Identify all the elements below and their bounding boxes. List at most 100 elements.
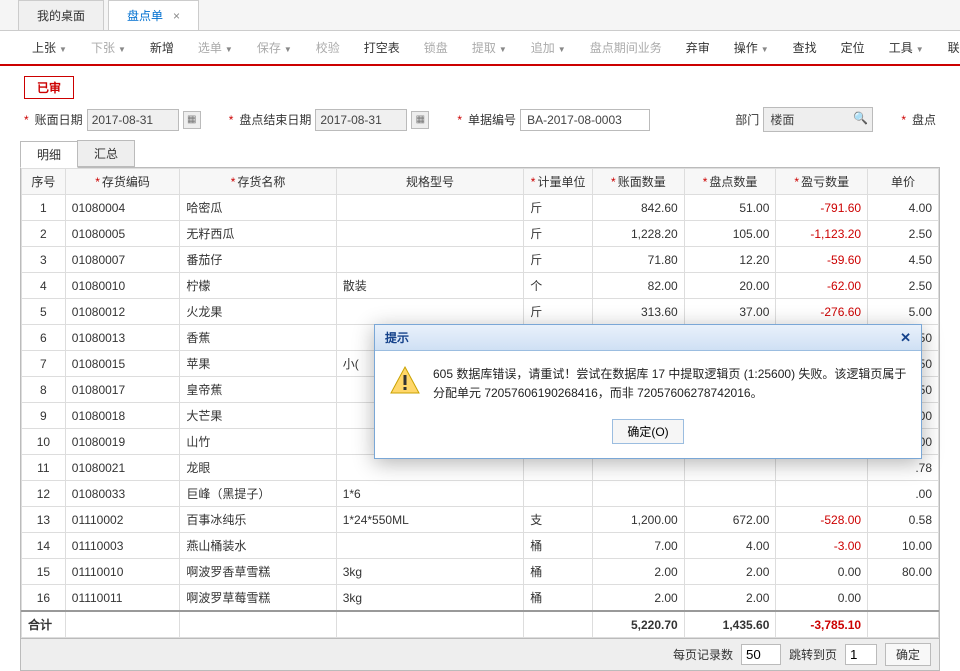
table-row[interactable]: 301080007番茄仔斤71.8012.20-59.604.50 bbox=[22, 247, 939, 273]
per-page-label: 每页记录数 bbox=[673, 646, 733, 663]
cell: 14 bbox=[22, 533, 66, 559]
cell bbox=[65, 611, 180, 638]
cell bbox=[684, 481, 776, 507]
cell: 4.00 bbox=[684, 533, 776, 559]
table-row[interactable]: 1301110002百事冰纯乐1*24*550ML支1,200.00672.00… bbox=[22, 507, 939, 533]
table-row[interactable]: 1201080033巨峰（黑提子）1*6.00 bbox=[22, 481, 939, 507]
pager-ok-button[interactable]: 确定 bbox=[885, 643, 931, 666]
cell: 51.00 bbox=[684, 195, 776, 221]
form-row: *账面日期 2017-08-31▦ *盘点结束日期 2017-08-31▦ *单… bbox=[0, 103, 960, 140]
cell: 香蕉 bbox=[180, 325, 336, 351]
toolbar-新增[interactable]: 新增 bbox=[138, 35, 186, 60]
tab-label: 我的桌面 bbox=[37, 9, 85, 23]
tab-stocktake[interactable]: 盘点单× bbox=[108, 0, 199, 30]
toolbar-查找[interactable]: 查找 bbox=[781, 35, 829, 60]
extra-label: 盘点 bbox=[912, 111, 936, 128]
toolbar-联查[interactable]: 联查▼ bbox=[936, 35, 960, 60]
toolbar-定位[interactable]: 定位 bbox=[829, 35, 877, 60]
cell: 百事冰纯乐 bbox=[180, 507, 336, 533]
toolbar-锁盘[interactable]: 锁盘 bbox=[412, 35, 460, 60]
col-header[interactable]: *计量单位 bbox=[524, 169, 593, 195]
per-page-input[interactable] bbox=[741, 644, 781, 665]
dialog-ok-button[interactable]: 确定(O) bbox=[612, 419, 683, 444]
close-icon[interactable]: × bbox=[173, 9, 180, 23]
cell: 无籽西瓜 bbox=[180, 221, 336, 247]
pager: 每页记录数 跳转到页 确定 bbox=[20, 639, 940, 671]
end-date-input[interactable]: 2017-08-31 bbox=[315, 109, 407, 131]
book-date-input[interactable]: 2017-08-31 bbox=[87, 109, 179, 131]
cell: 15 bbox=[22, 559, 66, 585]
col-header[interactable]: 规格型号 bbox=[336, 169, 524, 195]
cell: 1,435.60 bbox=[684, 611, 776, 638]
table-row[interactable]: 1601110011啊波罗草莓雪糕3kg桶2.002.000.00 bbox=[22, 585, 939, 612]
table-row[interactable]: 201080005无籽西瓜斤1,228.20105.00-1,123.202.5… bbox=[22, 221, 939, 247]
cell: 12.20 bbox=[684, 247, 776, 273]
dept-select[interactable]: 楼面🔍 bbox=[763, 107, 873, 132]
cell: -528.00 bbox=[776, 507, 868, 533]
toolbar-选单[interactable]: 选单▼ bbox=[186, 35, 245, 60]
cell: -791.60 bbox=[776, 195, 868, 221]
cell: 2.50 bbox=[868, 273, 939, 299]
required-mark: * bbox=[229, 113, 234, 127]
tab-desktop[interactable]: 我的桌面 bbox=[18, 0, 104, 30]
cell: 01110003 bbox=[65, 533, 180, 559]
cell: 桶 bbox=[524, 585, 593, 612]
cell: 71.80 bbox=[593, 247, 685, 273]
cell: 01080005 bbox=[65, 221, 180, 247]
col-header[interactable]: 单价 bbox=[868, 169, 939, 195]
toolbar-下张[interactable]: 下张▼ bbox=[79, 35, 138, 60]
col-header[interactable]: *盘点数量 bbox=[684, 169, 776, 195]
warning-icon bbox=[389, 365, 421, 397]
toolbar-校验[interactable]: 校验 bbox=[304, 35, 352, 60]
col-header[interactable]: *账面数量 bbox=[593, 169, 685, 195]
cell bbox=[593, 481, 685, 507]
cell: 01080021 bbox=[65, 455, 180, 481]
toolbar-保存[interactable]: 保存▼ bbox=[245, 35, 304, 60]
col-header[interactable]: *存货编码 bbox=[65, 169, 180, 195]
cell: 01080007 bbox=[65, 247, 180, 273]
cell bbox=[524, 611, 593, 638]
search-icon[interactable]: 🔍 bbox=[853, 111, 868, 125]
cell: 01080033 bbox=[65, 481, 180, 507]
table-row[interactable]: 1501110010啊波罗香草雪糕3kg桶2.002.000.0080.00 bbox=[22, 559, 939, 585]
table-row[interactable]: 401080010柠檬散装个82.0020.00-62.002.50 bbox=[22, 273, 939, 299]
cell: 3kg bbox=[336, 585, 524, 612]
cell: 4.50 bbox=[868, 247, 939, 273]
end-date-label: 盘点结束日期 bbox=[239, 111, 311, 128]
required-mark: * bbox=[901, 113, 906, 127]
cell: 01110002 bbox=[65, 507, 180, 533]
cell: 7 bbox=[22, 351, 66, 377]
toolbar-操作[interactable]: 操作▼ bbox=[722, 35, 781, 60]
table-row[interactable]: 101080004哈密瓜斤842.6051.00-791.604.00 bbox=[22, 195, 939, 221]
col-header[interactable]: 序号 bbox=[22, 169, 66, 195]
cell: 01110010 bbox=[65, 559, 180, 585]
doc-no-input[interactable]: BA-2017-08-0003 bbox=[520, 109, 650, 131]
toolbar-追加[interactable]: 追加▼ bbox=[519, 35, 578, 60]
cell bbox=[868, 611, 939, 638]
cell bbox=[336, 611, 524, 638]
table-row[interactable]: 1401110003燕山桶装水桶7.004.00-3.0010.00 bbox=[22, 533, 939, 559]
close-icon[interactable]: ✕ bbox=[900, 330, 911, 346]
toolbar-上张[interactable]: 上张▼ bbox=[20, 35, 79, 60]
cell: 斤 bbox=[524, 299, 593, 325]
calendar-icon[interactable]: ▦ bbox=[411, 111, 429, 129]
toolbar-打空表[interactable]: 打空表 bbox=[352, 35, 412, 60]
cell: -59.60 bbox=[776, 247, 868, 273]
cell: .00 bbox=[868, 481, 939, 507]
table-row[interactable]: 501080012火龙果斤313.6037.00-276.605.00 bbox=[22, 299, 939, 325]
toolbar-盘点期间业务[interactable]: 盘点期间业务 bbox=[578, 35, 674, 60]
col-header[interactable]: *盈亏数量 bbox=[776, 169, 868, 195]
dialog-header[interactable]: 提示 ✕ bbox=[375, 325, 921, 351]
jump-page-input[interactable] bbox=[845, 644, 877, 665]
calendar-icon[interactable]: ▦ bbox=[183, 111, 201, 129]
status-badge: 已审 bbox=[24, 76, 74, 99]
toolbar-工具[interactable]: 工具▼ bbox=[877, 35, 936, 60]
toolbar-弃审[interactable]: 弃审 bbox=[674, 35, 722, 60]
subtab-detail[interactable]: 明细 bbox=[20, 141, 78, 168]
cell: 10.00 bbox=[868, 533, 939, 559]
col-header[interactable]: *存货名称 bbox=[180, 169, 336, 195]
subtab-summary[interactable]: 汇总 bbox=[77, 140, 135, 167]
cell: 3 bbox=[22, 247, 66, 273]
table-header: 序号*存货编码*存货名称规格型号*计量单位*账面数量*盘点数量*盈亏数量单价 bbox=[22, 169, 939, 195]
toolbar-提取[interactable]: 提取▼ bbox=[460, 35, 519, 60]
